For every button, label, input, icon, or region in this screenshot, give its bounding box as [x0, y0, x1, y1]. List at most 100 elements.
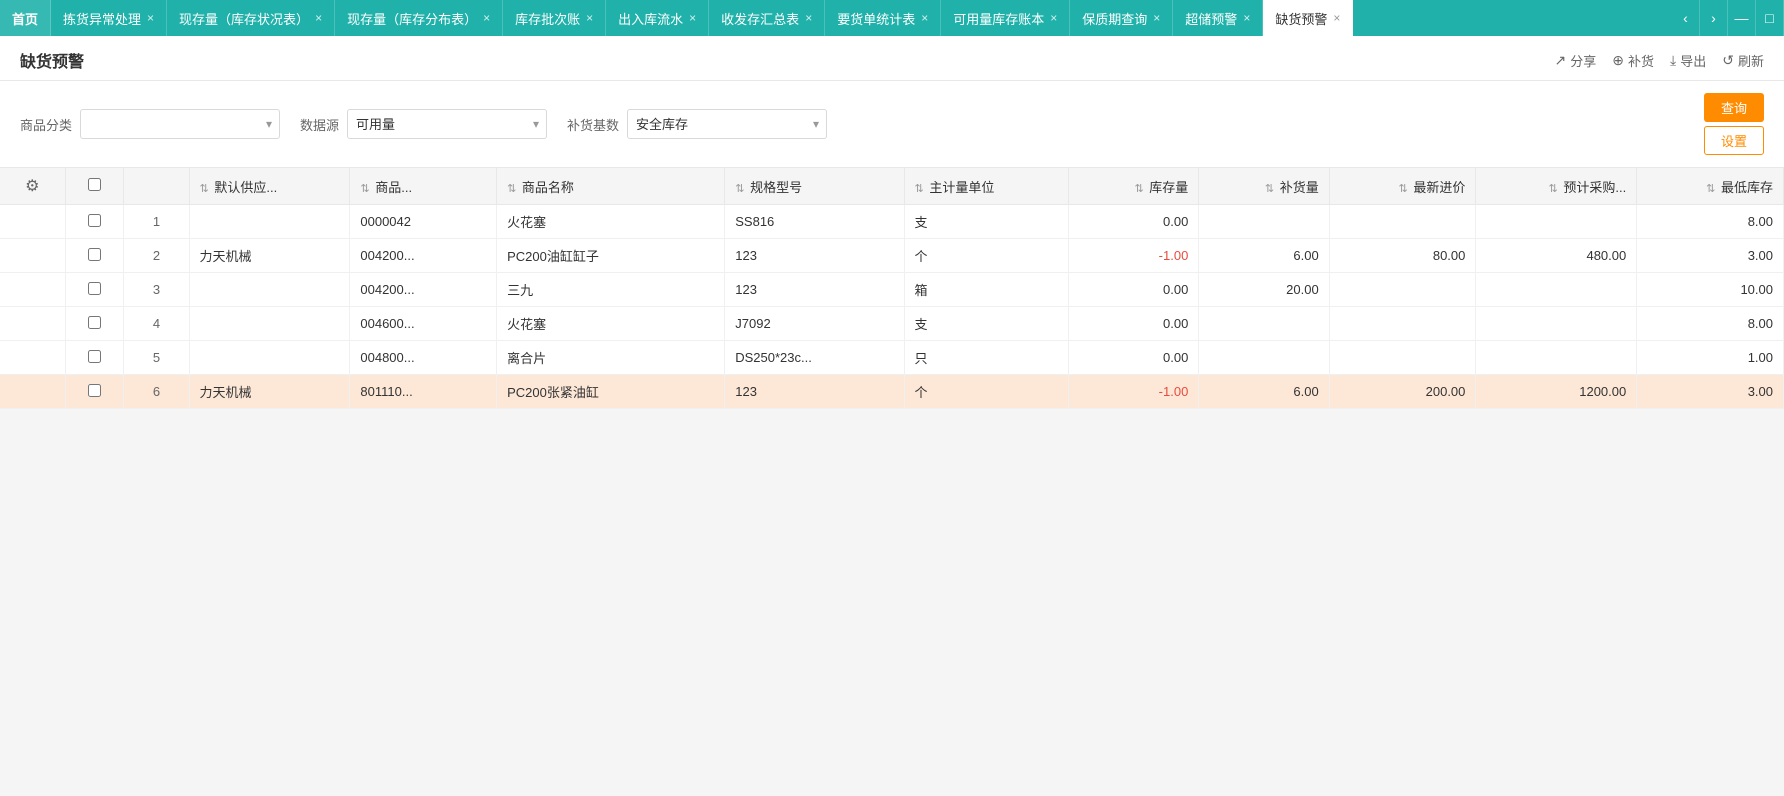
tab-6[interactable]: 收发存汇总表 × — [709, 0, 825, 36]
tab-home[interactable]: 首页 — [0, 0, 51, 36]
tab-4-close[interactable]: × — [586, 11, 593, 25]
row-purchase-1: 480.00 — [1476, 239, 1637, 273]
table-body: 1 0000042 火花塞 SS816 支 0.00 8.00 2 力天机械 0… — [0, 205, 1784, 409]
row-num-4: 5 — [124, 341, 189, 375]
col-code-header[interactable]: ⇅ 商品... — [350, 168, 497, 205]
datasource-label: 数据源 — [300, 115, 339, 134]
tab-10[interactable]: 超储预警 × — [1173, 0, 1263, 36]
datasource-select[interactable]: 可用量 — [347, 109, 547, 139]
tab-2[interactable]: 现存量（库存状况表） × — [167, 0, 335, 36]
row-name-0: 火花塞 — [497, 205, 725, 239]
settings-gear-icon[interactable]: ⚙ — [25, 178, 39, 195]
row-check-3[interactable] — [65, 307, 124, 341]
row-checkbox-4[interactable] — [88, 350, 101, 363]
tab-9-close[interactable]: × — [1153, 11, 1160, 25]
col-unit-header[interactable]: ⇅ 主计量单位 — [904, 168, 1068, 205]
page-header: 缺货预警 ↗ 分享 ⊕ 补货 ⤓ 导出 ↺ 刷新 — [0, 36, 1784, 81]
tab-8-close[interactable]: × — [1050, 11, 1057, 25]
tab-1-close[interactable]: × — [147, 11, 154, 25]
replenish-sort-icon: ⇅ — [1265, 183, 1274, 195]
tab-prev-btn[interactable]: ‹ — [1672, 0, 1700, 36]
row-check-4[interactable] — [65, 341, 124, 375]
row-purchase-4 — [1476, 341, 1637, 375]
supplier-sort-icon: ⇅ — [200, 183, 209, 195]
refresh-button[interactable]: ↺ 刷新 — [1722, 51, 1764, 70]
row-price-4 — [1329, 341, 1476, 375]
tab-2-close[interactable]: × — [315, 11, 322, 25]
row-settings-2 — [0, 273, 65, 307]
row-code-2: 004200... — [350, 273, 497, 307]
table-row: 1 0000042 火花塞 SS816 支 0.00 8.00 — [0, 205, 1784, 239]
query-button[interactable]: 查询 — [1704, 93, 1764, 122]
tab-maximize-btn[interactable]: □ — [1756, 0, 1784, 36]
row-check-5[interactable] — [65, 375, 124, 409]
tab-3-close[interactable]: × — [483, 11, 490, 25]
select-all-checkbox[interactable] — [88, 178, 101, 191]
category-label: 商品分类 — [20, 115, 72, 134]
refresh-icon: ↺ — [1722, 52, 1734, 69]
row-settings-0 — [0, 205, 65, 239]
col-price-header[interactable]: ⇅ 最新进价 — [1329, 168, 1476, 205]
tab-5-close[interactable]: × — [689, 11, 696, 25]
row-name-1: PC200油缸缸子 — [497, 239, 725, 273]
tab-9[interactable]: 保质期查询 × — [1070, 0, 1173, 36]
row-purchase-5: 1200.00 — [1476, 375, 1637, 409]
category-select[interactable] — [80, 109, 280, 139]
col-stock-header[interactable]: ⇅ 库存量 — [1068, 168, 1198, 205]
row-num-1: 2 — [124, 239, 189, 273]
row-checkbox-1[interactable] — [88, 248, 101, 261]
col-minstock-header[interactable]: ⇅ 最低库存 — [1637, 168, 1784, 205]
row-replenish-4 — [1199, 341, 1329, 375]
tab-3[interactable]: 现存量（库存分布表） × — [335, 0, 503, 36]
tab-minimize-btn[interactable]: — — [1728, 0, 1756, 36]
row-check-2[interactable] — [65, 273, 124, 307]
tab-4[interactable]: 库存批次账 × — [503, 0, 606, 36]
row-unit-3: 支 — [904, 307, 1068, 341]
share-button[interactable]: ↗ 分享 — [1555, 51, 1597, 70]
row-checkbox-5[interactable] — [88, 384, 101, 397]
tab-7-close[interactable]: × — [921, 11, 928, 25]
row-checkbox-2[interactable] — [88, 282, 101, 295]
tab-7[interactable]: 要货单统计表 × — [825, 0, 941, 36]
tab-11-close[interactable]: × — [1333, 11, 1340, 25]
row-checkbox-3[interactable] — [88, 316, 101, 329]
row-spec-2: 123 — [725, 273, 904, 307]
col-spec-header[interactable]: ⇅ 规格型号 — [725, 168, 904, 205]
tab-6-close[interactable]: × — [805, 11, 812, 25]
settings-button[interactable]: 设置 — [1704, 126, 1764, 155]
col-purchase-header[interactable]: ⇅ 预计采购... — [1476, 168, 1637, 205]
spec-sort-icon: ⇅ — [735, 183, 744, 195]
col-replenish-header[interactable]: ⇅ 补货量 — [1199, 168, 1329, 205]
export-button[interactable]: ⤓ 导出 — [1670, 51, 1706, 70]
row-check-0[interactable] — [65, 205, 124, 239]
row-minstock-5: 3.00 — [1637, 375, 1784, 409]
row-checkbox-0[interactable] — [88, 214, 101, 227]
row-stock-2: 0.00 — [1068, 273, 1198, 307]
tab-5[interactable]: 出入库流水 × — [606, 0, 709, 36]
row-price-5: 200.00 — [1329, 375, 1476, 409]
replenish-button[interactable]: ⊕ 补货 — [1612, 51, 1654, 70]
replenish-filter-group: 补货基数 安全库存 ▾ — [567, 109, 827, 139]
filter-area: 商品分类 ▾ 数据源 可用量 ▾ 补货基数 安全库存 — [0, 81, 1784, 168]
tab-next-btn[interactable]: › — [1700, 0, 1728, 36]
tab-8[interactable]: 可用量库存账本 × — [941, 0, 1070, 36]
row-num-5: 6 — [124, 375, 189, 409]
col-settings-header[interactable]: ⚙ — [0, 168, 65, 205]
col-check-header[interactable] — [65, 168, 124, 205]
replenish-select[interactable]: 安全库存 — [627, 109, 827, 139]
tab-1[interactable]: 拣货异常处理 × — [51, 0, 167, 36]
row-supplier-5: 力天机械 — [189, 375, 350, 409]
col-name-header[interactable]: ⇅ 商品名称 — [497, 168, 725, 205]
row-unit-2: 箱 — [904, 273, 1068, 307]
row-check-1[interactable] — [65, 239, 124, 273]
table-row: 4 004600... 火花塞 J7092 支 0.00 8.00 — [0, 307, 1784, 341]
tab-10-close[interactable]: × — [1243, 11, 1250, 25]
row-code-1: 004200... — [350, 239, 497, 273]
purchase-sort-icon: ⇅ — [1549, 183, 1558, 195]
row-price-1: 80.00 — [1329, 239, 1476, 273]
name-sort-icon: ⇅ — [507, 183, 516, 195]
row-purchase-2 — [1476, 273, 1637, 307]
filter-actions: 查询 设置 — [1704, 93, 1764, 155]
tab-11[interactable]: 缺货预警 × — [1263, 0, 1353, 36]
col-supplier-header[interactable]: ⇅ 默认供应... — [189, 168, 350, 205]
